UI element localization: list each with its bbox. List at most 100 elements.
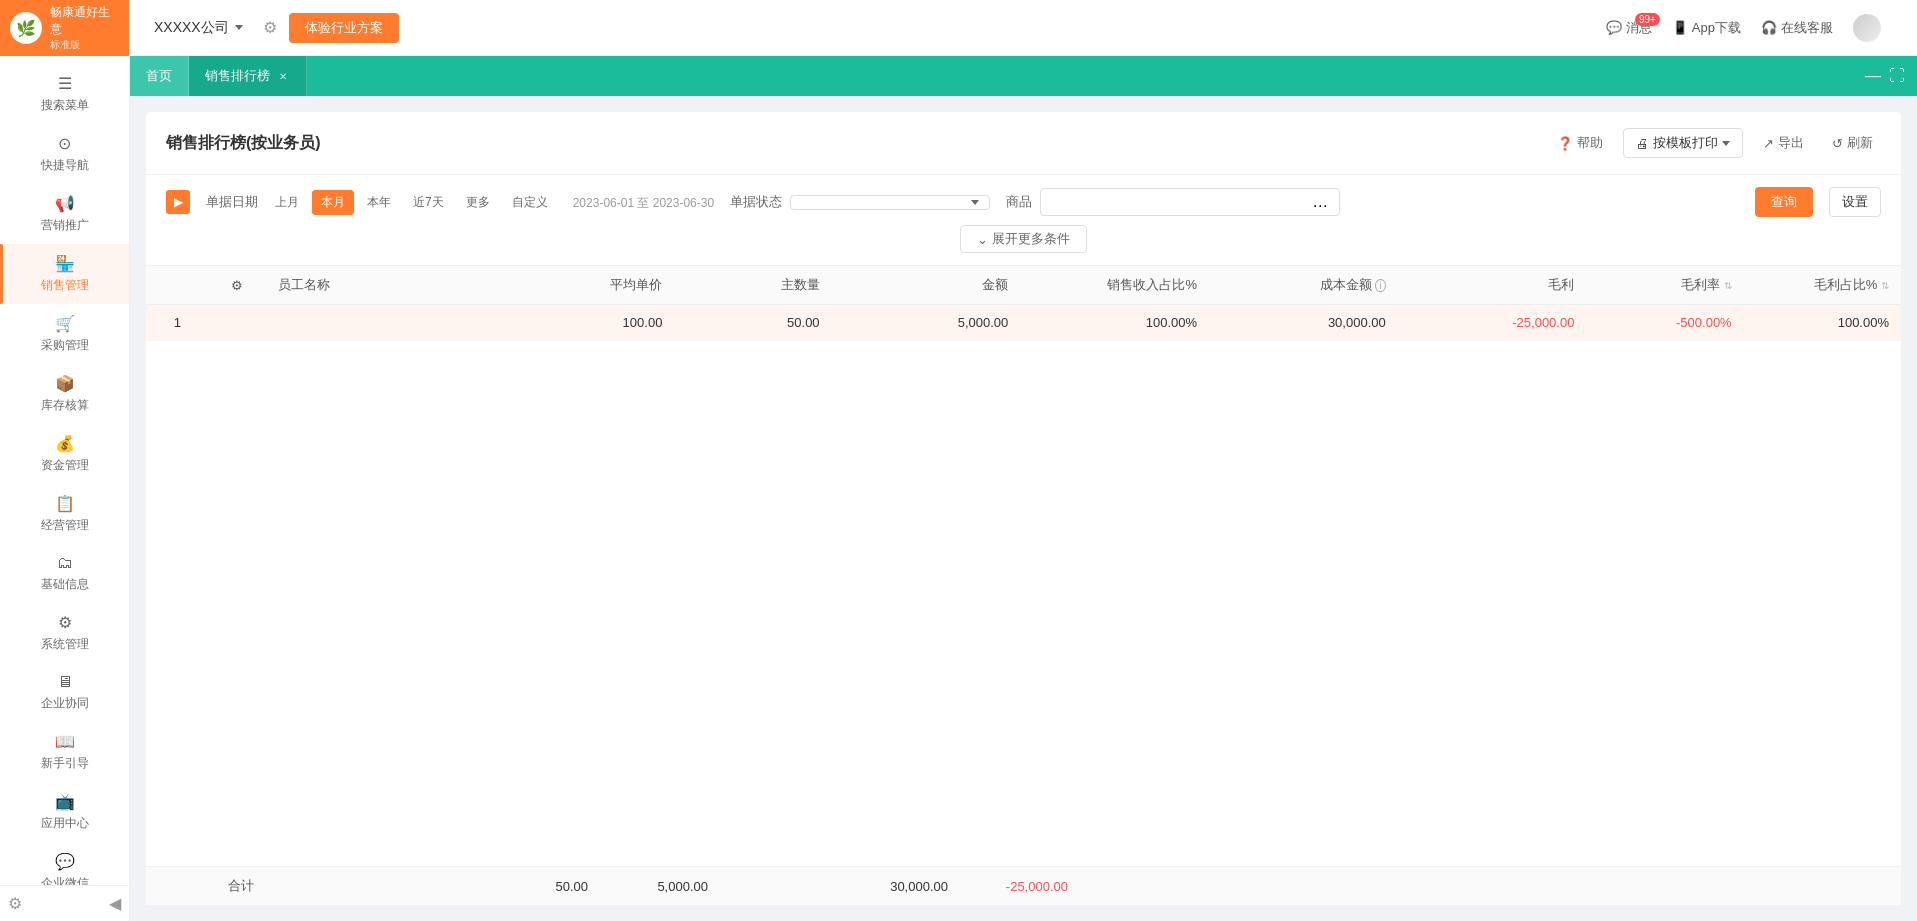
footer-label: 合计 xyxy=(228,877,388,895)
table-header-row: ⚙ 员工名称 平均单价 主数量 金额 销售收入占比% 成本金额 i 毛利 毛利率… xyxy=(146,266,1901,305)
sidebar-nav: ☰ 搜索菜单 ⊙ 快捷导航 📢 营销推广 🏪 销售管理 🛒 采购管理 📦 库存核… xyxy=(0,56,129,885)
tabs-bar: 首页 销售排行榜 ✕ — ⛶ xyxy=(130,56,1917,96)
topbar-right: 💬 消息 99+ 📱 App下载 🎧 在线客服 xyxy=(1606,14,1901,42)
sidebar-item-销售管理[interactable]: 🏪 销售管理 xyxy=(0,244,129,304)
topbar-settings-icon[interactable]: ⚙ xyxy=(263,18,277,37)
date-btn-more[interactable]: 更多 xyxy=(457,190,499,215)
message-item[interactable]: 💬 消息 99+ xyxy=(1606,19,1652,37)
sidebar-label: 企业协同 xyxy=(41,695,89,712)
goods-input[interactable]: … xyxy=(1040,188,1340,216)
company-selector[interactable]: XXXXX公司 xyxy=(146,15,251,41)
sidebar-icon: ☰ xyxy=(58,74,72,93)
col-header-qty: 主数量 xyxy=(674,266,831,305)
table-footer: 合计 50.00 5,000.00 30,000.00 -25,000.00 xyxy=(146,866,1901,905)
profit-rate-sort-icon[interactable]: ⇅ xyxy=(1724,280,1732,291)
online-service-item[interactable]: 🎧 在线客服 xyxy=(1761,19,1833,37)
col-header-cost: 成本金额 i xyxy=(1209,266,1398,305)
sidebar-icon: 🛒 xyxy=(55,314,75,333)
topbar: XXXXX公司 ⚙ 体验行业方案 💬 消息 99+ 📱 App下载 🎧 在线客服 xyxy=(130,0,1917,56)
sidebar-item-系统管理[interactable]: ⚙ 系统管理 xyxy=(0,603,129,663)
message-icon: 💬 xyxy=(1606,20,1622,35)
tabs-minimize-icon[interactable]: — xyxy=(1865,67,1881,85)
sidebar-label: 快捷导航 xyxy=(41,157,89,174)
print-icon: 🖨 xyxy=(1636,136,1649,151)
sidebar: 🌿 畅康通好生意 标准版 ☰ 搜索菜单 ⊙ 快捷导航 📢 营销推广 🏪 销售管理… xyxy=(0,0,130,921)
sidebar-item-经营管理[interactable]: 📋 经营管理 xyxy=(0,484,129,544)
sidebar-icon: 📖 xyxy=(55,732,75,751)
date-btn-custom[interactable]: 自定义 xyxy=(503,190,557,215)
page-title: 销售排行榜(按业务员) xyxy=(166,133,321,154)
user-avatar[interactable] xyxy=(1853,14,1881,42)
online-service-icon: 🎧 xyxy=(1761,20,1777,35)
status-filter-item: 单据状态 xyxy=(730,193,990,211)
sidebar-item-采购管理[interactable]: 🛒 采购管理 xyxy=(0,304,129,364)
cell-amount: 5,000.00 xyxy=(832,305,1021,341)
goods-input-dots-icon[interactable]: … xyxy=(1312,193,1329,211)
table-row: 1 100.00 50.00 5,000.00 100.00% 30,000.0… xyxy=(146,305,1901,341)
sidebar-item-企业微信[interactable]: 💬 企业微信 xyxy=(0,842,129,885)
logo-icon: 🌿 xyxy=(10,12,42,44)
sidebar-icon: 💬 xyxy=(55,852,75,871)
sidebar-icon: 📢 xyxy=(55,194,75,213)
app-download-label: App下载 xyxy=(1692,19,1741,37)
sidebar-item-企业协同[interactable]: 🖥 企业协同 xyxy=(0,663,129,722)
tabs-expand-icon[interactable]: ⛶ xyxy=(1889,67,1905,85)
sidebar-label: 采购管理 xyxy=(41,337,89,354)
expand-conditions-button[interactable]: ⌄ 展开更多条件 xyxy=(960,225,1087,253)
sidebar-item-快捷导航[interactable]: ⊙ 快捷导航 xyxy=(0,124,129,184)
sidebar-bottom-settings-icon[interactable]: ⚙ xyxy=(8,894,22,913)
tab-sales-ranking[interactable]: 销售排行榜 ✕ xyxy=(189,56,307,96)
page-header: 销售排行榜(按业务员) ❓ 帮助 🖨 按模板打印 ↗ 导出 xyxy=(146,112,1901,175)
sidebar-item-库存核算[interactable]: 📦 库存核算 xyxy=(0,364,129,424)
footer-profit: -25,000.00 xyxy=(948,879,1068,894)
print-dropdown-icon xyxy=(1722,141,1730,146)
print-template-button[interactable]: 🖨 按模板打印 xyxy=(1623,128,1743,158)
sidebar-label: 基础信息 xyxy=(41,576,89,593)
cell-settings xyxy=(209,305,266,341)
sidebar-bottom-collapse-icon[interactable]: ◀ xyxy=(109,894,121,913)
expand-down-icon: ⌄ xyxy=(977,232,988,247)
col-header-amount: 金额 xyxy=(832,266,1021,305)
cell-profit-rate: -500.00% xyxy=(1586,305,1743,341)
logo-name: 畅康通好生意 xyxy=(50,4,119,38)
sidebar-label: 经营管理 xyxy=(41,517,89,534)
sidebar-label: 销售管理 xyxy=(41,277,89,294)
col-header-no xyxy=(146,266,209,305)
query-button[interactable]: 查询 xyxy=(1755,187,1813,217)
sidebar-item-搜索菜单[interactable]: ☰ 搜索菜单 xyxy=(0,64,129,124)
filter-row: ▶ 单据日期 上月 本月 本年 近7天 更多 自定义 xyxy=(166,187,1881,217)
trial-button[interactable]: 体验行业方案 xyxy=(289,13,399,43)
date-btn-this-month[interactable]: 本月 xyxy=(312,190,354,215)
tab-close-icon[interactable]: ✕ xyxy=(276,69,290,83)
date-range-display: 2023-06-01 至 2023-06-30 xyxy=(573,193,714,212)
page-actions: ❓ 帮助 🖨 按模板打印 ↗ 导出 ↺ 刷新 xyxy=(1549,128,1881,158)
status-select[interactable] xyxy=(790,195,990,210)
app-download-item[interactable]: 📱 App下载 xyxy=(1672,19,1741,37)
settings-button[interactable]: 设置 xyxy=(1829,187,1881,217)
cell-qty: 50.00 xyxy=(674,305,831,341)
online-service-label: 在线客服 xyxy=(1781,19,1833,37)
status-select-dropdown-icon xyxy=(971,200,979,205)
help-button[interactable]: ❓ 帮助 xyxy=(1549,130,1611,156)
date-btn-this-year[interactable]: 本年 xyxy=(358,190,400,215)
col-header-profit-rate: 毛利率 ⇅ xyxy=(1586,266,1743,305)
tab-home[interactable]: 首页 xyxy=(130,56,189,96)
sidebar-bottom: ⚙ ◀ xyxy=(0,885,129,921)
cell-no: 1 xyxy=(146,305,209,341)
filter-collapse-icon[interactable]: ▶ xyxy=(166,190,190,214)
sidebar-item-应用中心[interactable]: 📺 应用中心 xyxy=(0,782,129,842)
profit-pct-sort-icon[interactable]: ⇅ xyxy=(1881,280,1889,291)
cell-cost: 30,000.00 xyxy=(1209,305,1398,341)
sidebar-item-基础信息[interactable]: 🗂 基础信息 xyxy=(0,544,129,603)
col-header-settings[interactable]: ⚙ xyxy=(209,266,266,305)
sidebar-item-新手引导[interactable]: 📖 新手引导 xyxy=(0,722,129,782)
data-table: ⚙ 员工名称 平均单价 主数量 金额 销售收入占比% 成本金额 i 毛利 毛利率… xyxy=(146,266,1901,341)
company-name: XXXXX公司 xyxy=(154,19,229,37)
date-btn-last-month[interactable]: 上月 xyxy=(266,190,308,215)
sidebar-item-营销推广[interactable]: 📢 营销推广 xyxy=(0,184,129,244)
date-btn-7days[interactable]: 近7天 xyxy=(404,190,453,215)
refresh-button[interactable]: ↺ 刷新 xyxy=(1824,130,1881,156)
sidebar-item-资金管理[interactable]: 💰 资金管理 xyxy=(0,424,129,484)
export-button[interactable]: ↗ 导出 xyxy=(1755,130,1812,156)
tab-sales-ranking-label: 销售排行榜 xyxy=(205,67,270,85)
